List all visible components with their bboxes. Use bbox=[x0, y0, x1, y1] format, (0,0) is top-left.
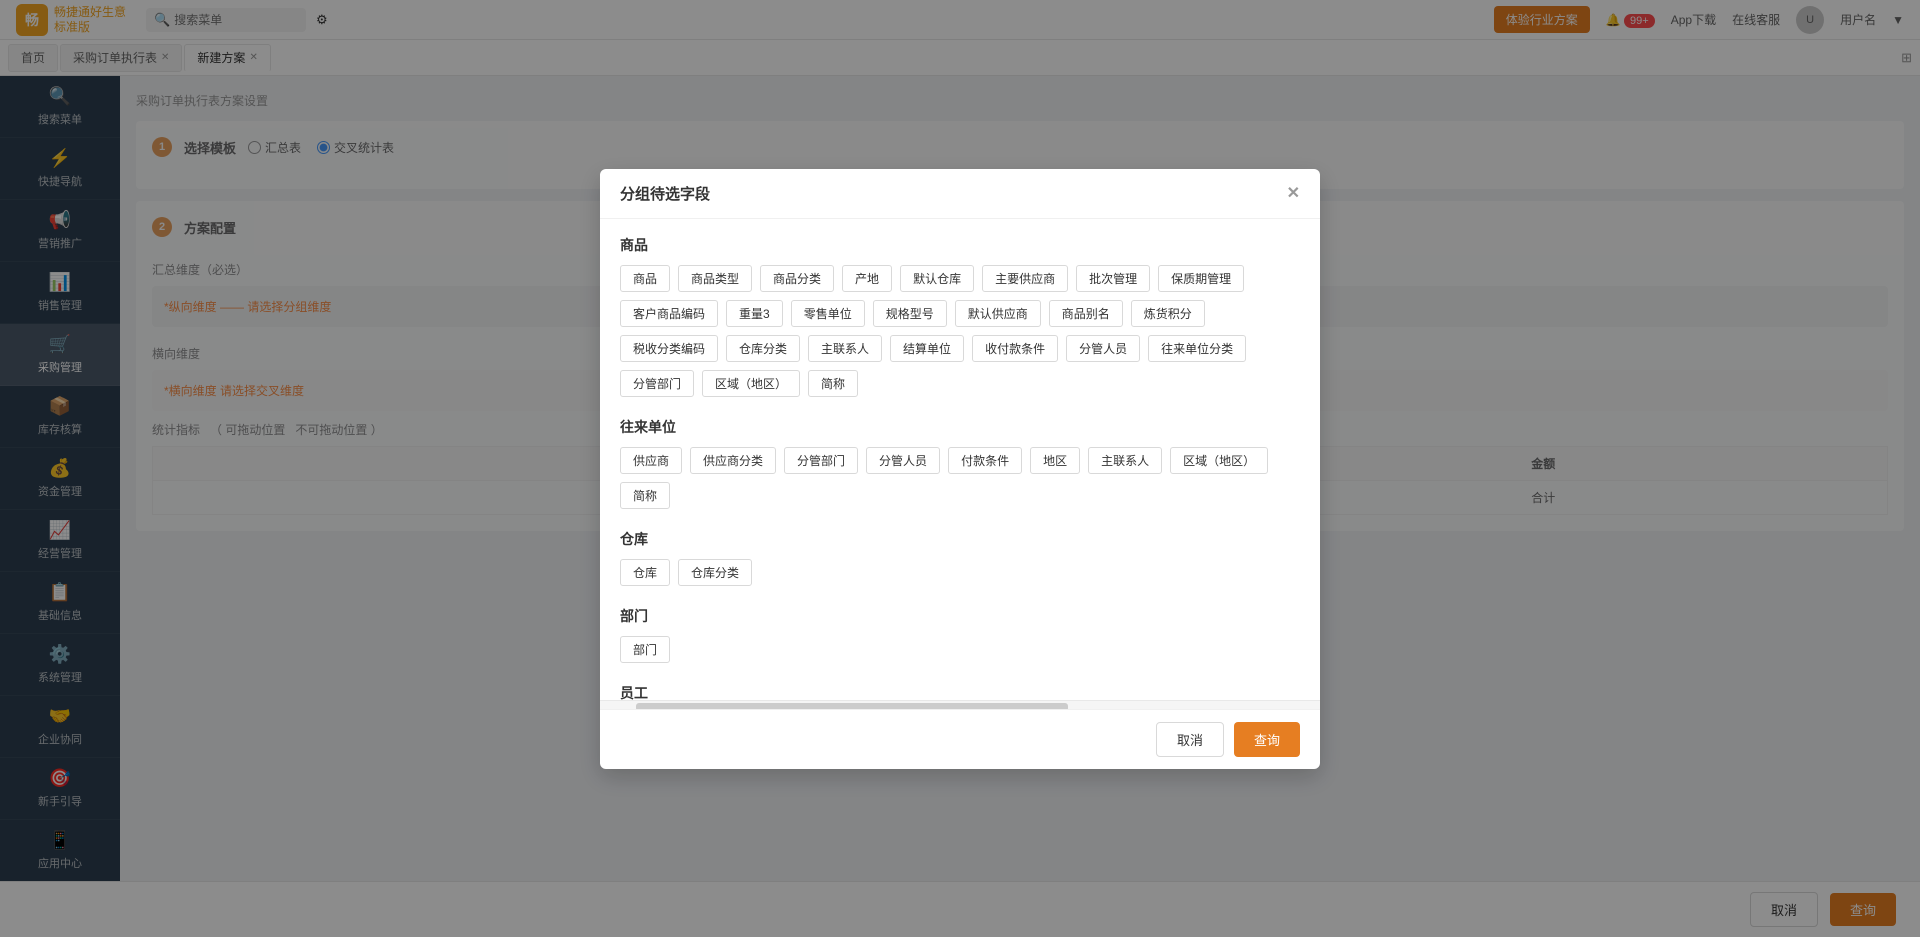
field-tag-product-23[interactable]: 区域（地区） bbox=[702, 370, 800, 397]
field-tags-warehouse: 仓库 仓库分类 bbox=[620, 559, 1300, 586]
field-group-counterparty-title: 往来单位 bbox=[620, 417, 1300, 437]
field-tag-product-17[interactable]: 主联系人 bbox=[808, 335, 882, 362]
field-tag-product-12[interactable]: 默认供应商 bbox=[955, 300, 1041, 327]
field-tag-counterparty-2[interactable]: 分管部门 bbox=[784, 447, 858, 474]
field-tag-counterparty-5[interactable]: 地区 bbox=[1030, 447, 1080, 474]
field-tag-counterparty-4[interactable]: 付款条件 bbox=[948, 447, 1022, 474]
field-tag-product-9[interactable]: 重量3 bbox=[726, 300, 783, 327]
field-group-department: 部门 部门 bbox=[620, 606, 1300, 663]
field-tags-counterparty: 供应商 供应商分类 分管部门 分管人员 付款条件 地区 主联系人 区域（地区） … bbox=[620, 447, 1300, 509]
field-tag-warehouse-0[interactable]: 仓库 bbox=[620, 559, 670, 586]
field-group-product-title: 商品 bbox=[620, 235, 1300, 255]
field-tag-product-13[interactable]: 商品别名 bbox=[1049, 300, 1123, 327]
horizontal-scrollbar[interactable] bbox=[600, 700, 1320, 709]
field-tag-counterparty-1[interactable]: 供应商分类 bbox=[690, 447, 776, 474]
field-tag-product-15[interactable]: 税收分类编码 bbox=[620, 335, 718, 362]
field-tag-product-0[interactable]: 商品 bbox=[620, 265, 670, 292]
field-tag-product-10[interactable]: 零售单位 bbox=[791, 300, 865, 327]
field-tag-product-24[interactable]: 简称 bbox=[808, 370, 858, 397]
field-tag-department-0[interactable]: 部门 bbox=[620, 636, 670, 663]
field-tags-product: 商品 商品类型 商品分类 产地 默认仓库 主要供应商 批次管理 保质期管理 客户… bbox=[620, 265, 1300, 397]
modal-cancel-button[interactable]: 取消 bbox=[1156, 722, 1224, 757]
modal-footer: 取消 查询 bbox=[600, 709, 1320, 769]
field-tag-product-21[interactable]: 往来单位分类 bbox=[1148, 335, 1246, 362]
field-tag-product-4[interactable]: 默认仓库 bbox=[900, 265, 974, 292]
field-tag-product-7[interactable]: 保质期管理 bbox=[1158, 265, 1244, 292]
field-tag-product-14[interactable]: 炼货积分 bbox=[1131, 300, 1205, 327]
field-tag-product-19[interactable]: 收付款条件 bbox=[972, 335, 1058, 362]
field-group-department-title: 部门 bbox=[620, 606, 1300, 626]
field-tag-product-20[interactable]: 分管人员 bbox=[1066, 335, 1140, 362]
field-tag-counterparty-6[interactable]: 主联系人 bbox=[1088, 447, 1162, 474]
modal-close-button[interactable]: ✕ bbox=[1287, 183, 1300, 203]
field-tag-product-18[interactable]: 结算单位 bbox=[890, 335, 964, 362]
modal-header: 分组待选字段 ✕ bbox=[600, 169, 1320, 219]
field-select-modal: 分组待选字段 ✕ 商品 商品 商品类型 商品分类 产地 默认仓库 主要供应商 批… bbox=[600, 169, 1320, 769]
field-tag-counterparty-3[interactable]: 分管人员 bbox=[866, 447, 940, 474]
modal-overlay: 分组待选字段 ✕ 商品 商品 商品类型 商品分类 产地 默认仓库 主要供应商 批… bbox=[0, 0, 1920, 937]
field-group-product: 商品 商品 商品类型 商品分类 产地 默认仓库 主要供应商 批次管理 保质期管理… bbox=[620, 235, 1300, 397]
field-tag-product-8[interactable]: 客户商品编码 bbox=[620, 300, 718, 327]
field-tag-product-2[interactable]: 商品分类 bbox=[760, 265, 834, 292]
field-tag-product-3[interactable]: 产地 bbox=[842, 265, 892, 292]
h-scroll-thumb bbox=[636, 703, 1068, 709]
field-tag-counterparty-8[interactable]: 简称 bbox=[620, 482, 670, 509]
field-tag-product-1[interactable]: 商品类型 bbox=[678, 265, 752, 292]
field-tag-counterparty-0[interactable]: 供应商 bbox=[620, 447, 682, 474]
modal-title: 分组待选字段 bbox=[620, 183, 710, 204]
field-tag-product-16[interactable]: 仓库分类 bbox=[726, 335, 800, 362]
field-tags-department: 部门 bbox=[620, 636, 1300, 663]
field-group-employee: 员工 业务员 bbox=[620, 683, 1300, 700]
modal-confirm-button[interactable]: 查询 bbox=[1234, 722, 1300, 757]
field-group-warehouse-title: 仓库 bbox=[620, 529, 1300, 549]
field-group-employee-title: 员工 bbox=[620, 683, 1300, 700]
field-tag-product-11[interactable]: 规格型号 bbox=[873, 300, 947, 327]
field-tag-warehouse-1[interactable]: 仓库分类 bbox=[678, 559, 752, 586]
field-group-counterparty: 往来单位 供应商 供应商分类 分管部门 分管人员 付款条件 地区 主联系人 区域… bbox=[620, 417, 1300, 509]
field-group-warehouse: 仓库 仓库 仓库分类 bbox=[620, 529, 1300, 586]
field-tag-product-6[interactable]: 批次管理 bbox=[1076, 265, 1150, 292]
field-tag-counterparty-7[interactable]: 区域（地区） bbox=[1170, 447, 1268, 474]
modal-body[interactable]: 商品 商品 商品类型 商品分类 产地 默认仓库 主要供应商 批次管理 保质期管理… bbox=[600, 219, 1320, 700]
field-tag-product-22[interactable]: 分管部门 bbox=[620, 370, 694, 397]
field-tag-product-5[interactable]: 主要供应商 bbox=[982, 265, 1068, 292]
